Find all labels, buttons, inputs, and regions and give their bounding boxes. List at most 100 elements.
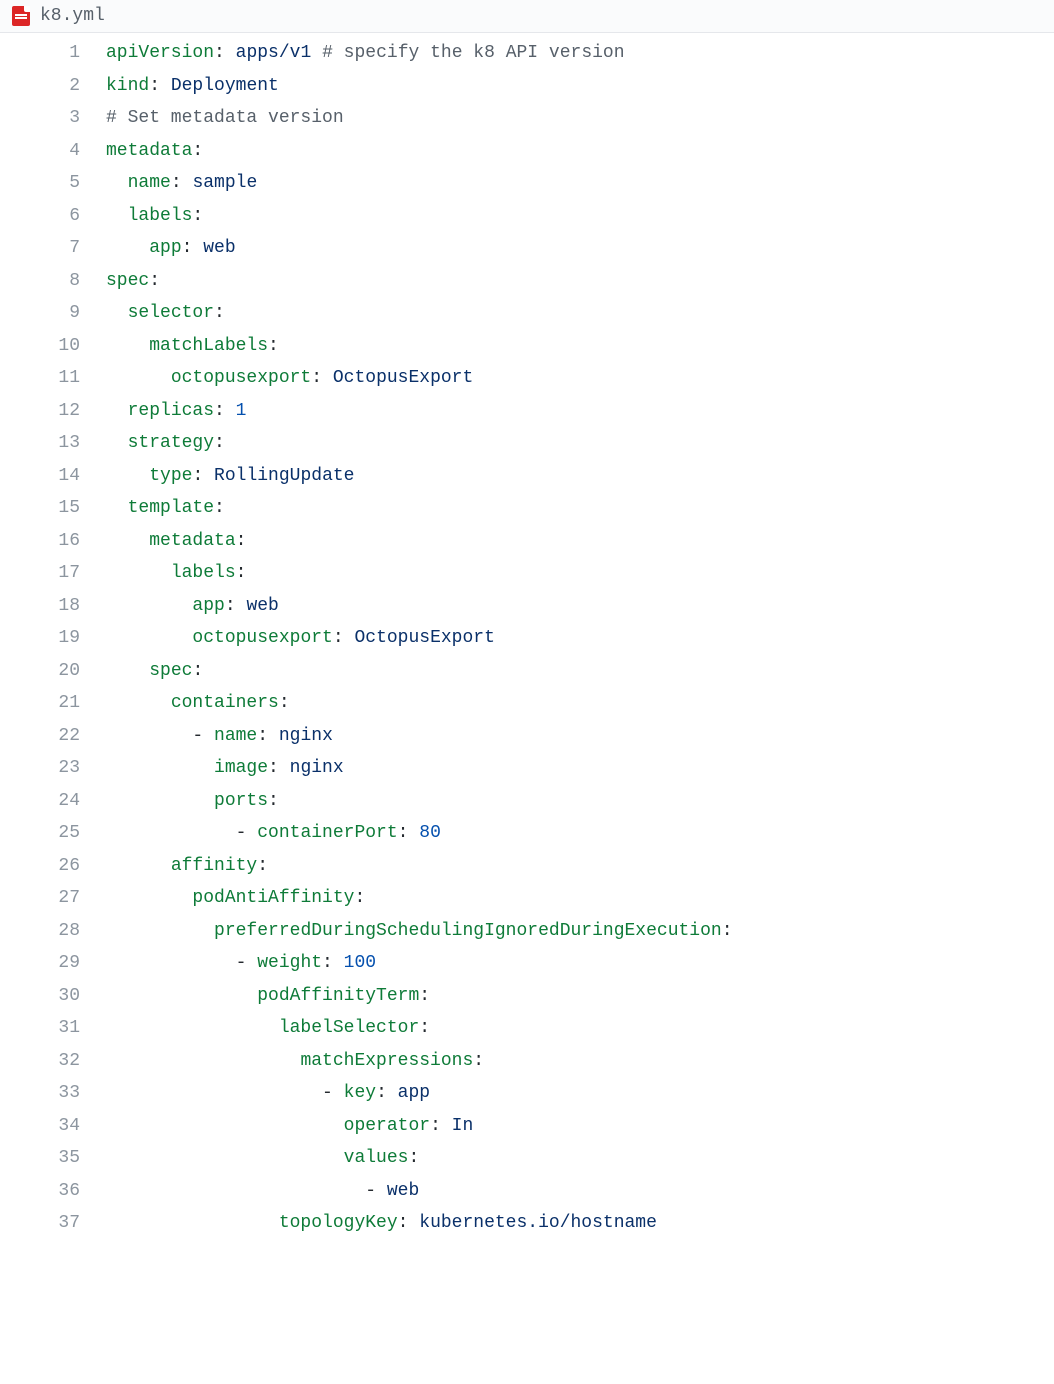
- code-line[interactable]: values:: [106, 1142, 733, 1175]
- code-line[interactable]: preferredDuringSchedulingIgnoredDuringEx…: [106, 915, 733, 948]
- line-number[interactable]: 28: [24, 915, 80, 948]
- file-name[interactable]: k8.yml: [40, 6, 105, 26]
- token-colon: :: [192, 466, 214, 486]
- token-val-str: OctopusExport: [354, 628, 494, 648]
- line-number[interactable]: 9: [24, 297, 80, 330]
- line-number[interactable]: 26: [24, 850, 80, 883]
- code-line[interactable]: labels:: [106, 200, 733, 233]
- line-number[interactable]: 23: [24, 752, 80, 785]
- token-colon: :: [398, 823, 420, 843]
- token-key: octopusexport: [192, 628, 332, 648]
- code-line[interactable]: metadata:: [106, 135, 733, 168]
- line-number[interactable]: 15: [24, 492, 80, 525]
- line-number[interactable]: 30: [24, 980, 80, 1013]
- line-number[interactable]: 10: [24, 330, 80, 363]
- line-number[interactable]: 5: [24, 167, 80, 200]
- code-line[interactable]: labelSelector:: [106, 1012, 733, 1045]
- line-number[interactable]: 6: [24, 200, 80, 233]
- token-colon: :: [192, 206, 203, 226]
- line-number[interactable]: 36: [24, 1175, 80, 1208]
- line-number[interactable]: 3: [24, 102, 80, 135]
- line-number[interactable]: 22: [24, 720, 80, 753]
- token-key: weight: [257, 953, 322, 973]
- line-number[interactable]: 13: [24, 427, 80, 460]
- token-colon: :: [354, 888, 365, 908]
- line-number[interactable]: 14: [24, 460, 80, 493]
- line-number[interactable]: 2: [24, 70, 80, 103]
- token-colon: :: [236, 563, 247, 583]
- token-key: containers: [171, 693, 279, 713]
- token-key: metadata: [106, 141, 192, 161]
- code-line[interactable]: replicas: 1: [106, 395, 733, 428]
- token-val-str: nginx: [279, 726, 333, 746]
- token-colon: :: [149, 271, 160, 291]
- line-number[interactable]: 21: [24, 687, 80, 720]
- token-colon: :: [322, 953, 344, 973]
- line-number[interactable]: 20: [24, 655, 80, 688]
- line-number[interactable]: 8: [24, 265, 80, 298]
- code-line[interactable]: app: web: [106, 590, 733, 623]
- code-line[interactable]: - containerPort: 80: [106, 817, 733, 850]
- token-colon: :: [192, 141, 203, 161]
- line-number[interactable]: 31: [24, 1012, 80, 1045]
- code-line[interactable]: spec:: [106, 655, 733, 688]
- code-line[interactable]: matchExpressions:: [106, 1045, 733, 1078]
- code-line[interactable]: octopusexport: OctopusExport: [106, 362, 733, 395]
- token-val-str: web: [387, 1181, 419, 1201]
- code-line[interactable]: - web: [106, 1175, 733, 1208]
- code-line[interactable]: template:: [106, 492, 733, 525]
- code-line[interactable]: ports:: [106, 785, 733, 818]
- code-line[interactable]: labels:: [106, 557, 733, 590]
- line-number[interactable]: 1: [24, 37, 80, 70]
- line-number[interactable]: 17: [24, 557, 80, 590]
- file-header: k8.yml: [0, 0, 1054, 33]
- line-number[interactable]: 11: [24, 362, 80, 395]
- token-key: spec: [106, 271, 149, 291]
- code-line[interactable]: name: sample: [106, 167, 733, 200]
- line-number[interactable]: 16: [24, 525, 80, 558]
- line-number[interactable]: 27: [24, 882, 80, 915]
- code-line[interactable]: # Set metadata version: [106, 102, 733, 135]
- token-colon: :: [149, 76, 171, 96]
- code-line[interactable]: - weight: 100: [106, 947, 733, 980]
- line-number[interactable]: 18: [24, 590, 80, 623]
- token-colon: :: [214, 43, 236, 63]
- line-number[interactable]: 7: [24, 232, 80, 265]
- line-number[interactable]: 29: [24, 947, 80, 980]
- code-line[interactable]: image: nginx: [106, 752, 733, 785]
- code-line[interactable]: operator: In: [106, 1110, 733, 1143]
- token-colon: :: [182, 238, 204, 258]
- code-line[interactable]: type: RollingUpdate: [106, 460, 733, 493]
- code-line[interactable]: metadata:: [106, 525, 733, 558]
- line-number[interactable]: 25: [24, 817, 80, 850]
- code-line[interactable]: strategy:: [106, 427, 733, 460]
- code-line[interactable]: containers:: [106, 687, 733, 720]
- line-number[interactable]: 34: [24, 1110, 80, 1143]
- code-line[interactable]: - name: nginx: [106, 720, 733, 753]
- line-number[interactable]: 19: [24, 622, 80, 655]
- code-line[interactable]: topologyKey: kubernetes.io/hostname: [106, 1207, 733, 1240]
- line-number[interactable]: 37: [24, 1207, 80, 1240]
- token-colon: :: [722, 921, 733, 941]
- line-number[interactable]: 12: [24, 395, 80, 428]
- line-number[interactable]: 33: [24, 1077, 80, 1110]
- code-line[interactable]: spec:: [106, 265, 733, 298]
- code-line[interactable]: - key: app: [106, 1077, 733, 1110]
- code-line[interactable]: podAntiAffinity:: [106, 882, 733, 915]
- line-number[interactable]: 32: [24, 1045, 80, 1078]
- code-line[interactable]: affinity:: [106, 850, 733, 883]
- code-line[interactable]: podAffinityTerm:: [106, 980, 733, 1013]
- line-number[interactable]: 35: [24, 1142, 80, 1175]
- code-line[interactable]: app: web: [106, 232, 733, 265]
- code-line[interactable]: matchLabels:: [106, 330, 733, 363]
- token-comment: # specify the k8 API version: [322, 43, 624, 63]
- line-number[interactable]: 4: [24, 135, 80, 168]
- code-line[interactable]: octopusexport: OctopusExport: [106, 622, 733, 655]
- code-line[interactable]: selector:: [106, 297, 733, 330]
- code-line[interactable]: kind: Deployment: [106, 70, 733, 103]
- code-content[interactable]: apiVersion: apps/v1 # specify the k8 API…: [90, 33, 733, 1244]
- line-number[interactable]: 24: [24, 785, 80, 818]
- token-colon: :: [473, 1051, 484, 1071]
- token-val-str: RollingUpdate: [214, 466, 354, 486]
- code-line[interactable]: apiVersion: apps/v1 # specify the k8 API…: [106, 37, 733, 70]
